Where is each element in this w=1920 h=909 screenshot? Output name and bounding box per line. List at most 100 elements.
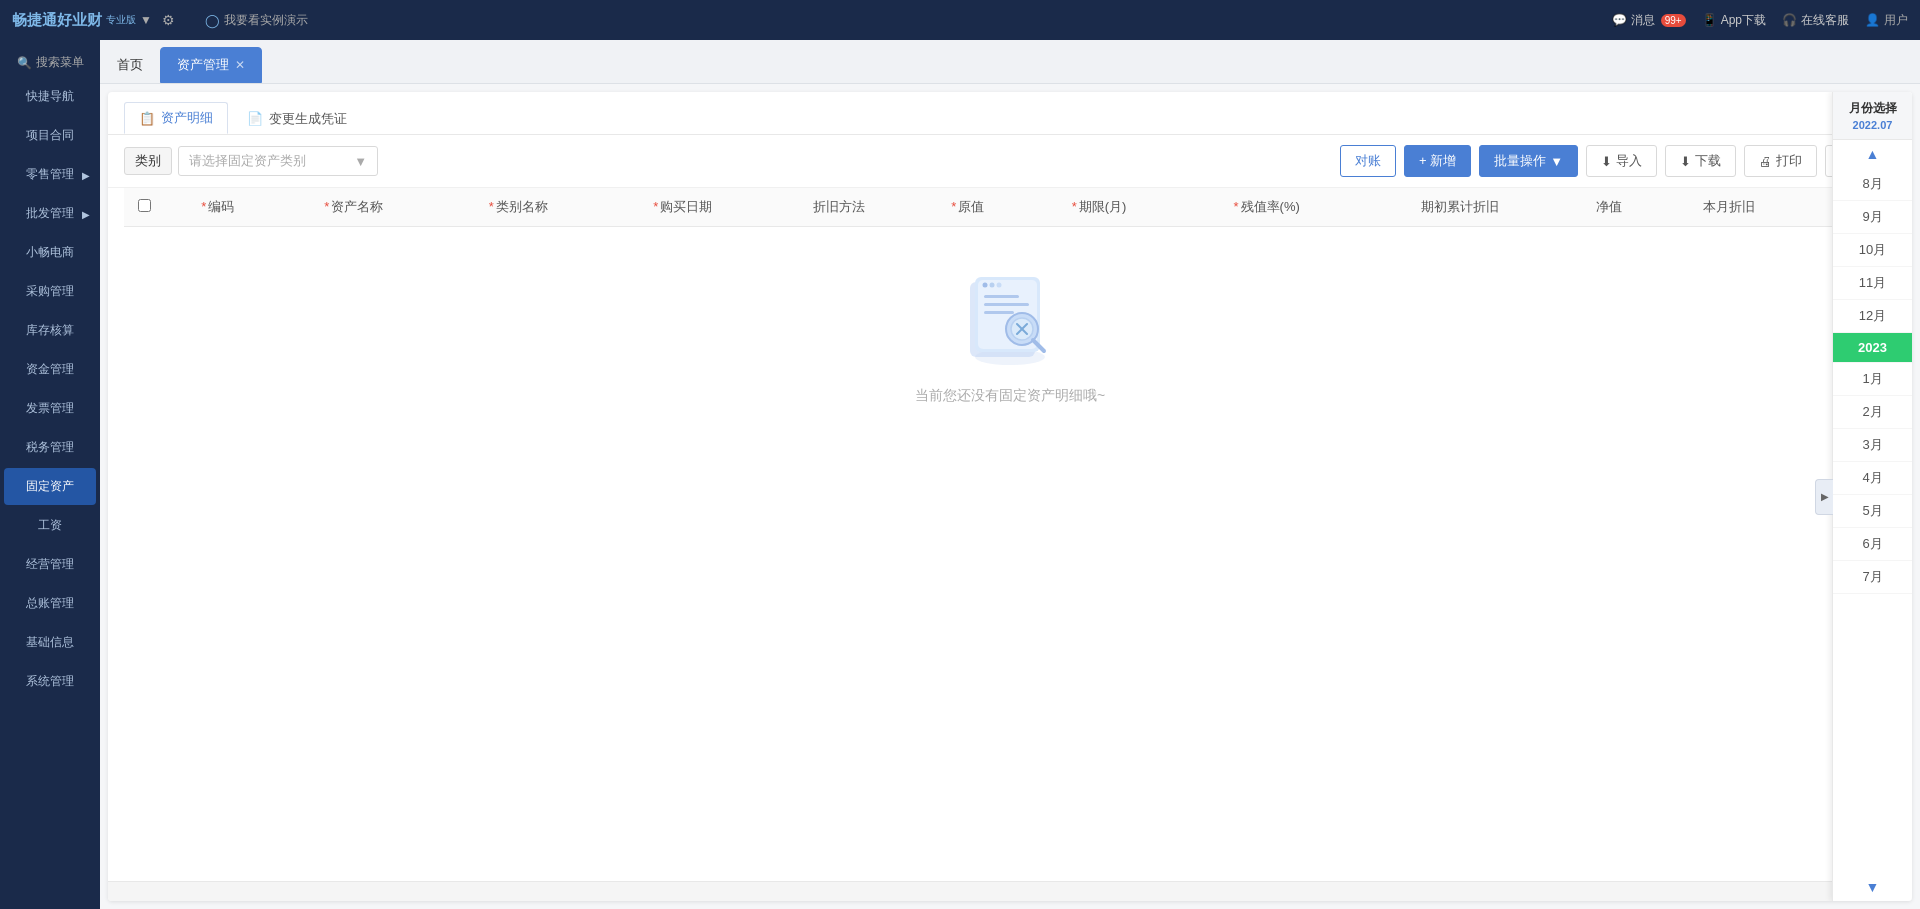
month-panel-title: 月份选择 2022.07 [1833,92,1912,140]
batch-button[interactable]: 批量操作 ▼ [1479,145,1578,177]
sidebar-item-quicknav[interactable]: 快捷导航 [4,78,96,115]
sidebar-item-inventory[interactable]: 库存核算 [4,312,96,349]
month-panel: ▶ 月份选择 2022.07 ▲ 8月9月10月11月12月20231月2月3月… [1832,92,1912,901]
tab-home[interactable]: 首页 [100,47,160,83]
month-down-button[interactable]: ▼ [1863,877,1883,897]
message-icon: 💬 [1612,13,1627,27]
month-item[interactable]: 9月 [1833,201,1912,234]
month-item[interactable]: 6月 [1833,528,1912,561]
col-net-value: 净值 [1563,188,1655,227]
message-badge: 99+ [1661,14,1686,27]
empty-illustration [950,267,1070,367]
svg-point-14 [997,283,1002,288]
user-profile[interactable]: 👤 用户 [1865,12,1908,29]
col-method: 折旧方法 [765,188,914,227]
subtab-change-voucher[interactable]: 📄 变更生成凭证 [232,103,362,134]
svg-point-13 [990,283,995,288]
doc-icon: 📄 [247,111,263,126]
sidebar-item-system[interactable]: 系统管理 [4,663,96,700]
col-category: *类别名称 [436,188,600,227]
subtab-asset-detail[interactable]: 📋 资产明细 [124,102,228,134]
month-item[interactable]: 11月 [1833,267,1912,300]
category-select[interactable]: 请选择固定资产类别 ▼ [178,146,378,176]
settings-icon[interactable]: ⚙ [162,12,175,28]
month-item[interactable]: 2023 [1833,333,1912,363]
select-arrow-icon: ▼ [354,154,367,169]
company-subtitle: 专业版 [106,13,136,27]
col-name: *资产名称 [272,188,436,227]
month-item[interactable]: 7月 [1833,561,1912,594]
page-content: 📋 资产明细 📄 变更生成凭证 类别 请选择固定资产类别 ▼ [108,92,1912,901]
col-monthly-dep: 本月折旧 [1655,188,1804,227]
svg-rect-4 [984,295,1019,298]
assets-table: *编码 *资产名称 *类别名称 *购买日期 折旧方法 *原值 *期限(月) *残… [124,188,1896,227]
download-button[interactable]: ⬇ 下载 [1665,145,1736,177]
chevron-right-icon: ▶ [82,208,90,219]
tab-close-icon[interactable]: ✕ [235,58,245,72]
sidebar-item-fixed-assets[interactable]: 固定资产 [4,468,96,505]
table-container: *编码 *资产名称 *类别名称 *购买日期 折旧方法 *原值 *期限(月) *残… [108,188,1912,881]
col-period: *期限(月) [1022,188,1177,227]
tab-assets[interactable]: 资产管理 ✕ [160,47,262,83]
sidebar-item-operations[interactable]: 经营管理 [4,546,96,583]
chevron-down-icon[interactable]: ▼ [140,13,152,27]
list-icon: 📋 [139,111,155,126]
company-logo-text: 畅捷通好业财 [12,11,102,30]
download-icon: ⬇ [1680,154,1691,169]
sidebar-item-ecommerce[interactable]: 小畅电商 [4,234,96,271]
month-list: 8月9月10月11月12月20231月2月3月4月5月6月7月 [1833,168,1912,873]
search-menu-button[interactable]: 🔍 搜索菜单 [0,48,100,77]
month-item[interactable]: 12月 [1833,300,1912,333]
add-button[interactable]: + 新增 [1404,145,1471,177]
sidebar: 🔍 搜索菜单 快捷导航 项目合同 零售管理 ▶ 批发管理 ▶ 小畅电商 采购管理… [0,40,100,909]
import-icon: ⬇ [1601,154,1612,169]
headset-icon: 🎧 [1782,13,1797,27]
sidebar-item-salary[interactable]: 工资 [4,507,96,544]
empty-state: 当前您还没有固定资产明细哦~ [124,227,1896,445]
sidebar-item-finance[interactable]: 资金管理 [4,351,96,388]
svg-rect-5 [984,303,1029,306]
sub-tabs: 📋 资产明细 📄 变更生成凭证 [108,92,1912,135]
bottom-scrollbar[interactable] [108,881,1912,901]
month-item[interactable]: 2月 [1833,396,1912,429]
sidebar-item-project[interactable]: 项目合同 [4,117,96,154]
sidebar-item-purchase[interactable]: 采购管理 [4,273,96,310]
content-area: 首页 资产管理 ✕ 📋 资产明细 📄 变更生成凭证 [100,40,1920,909]
select-all-checkbox[interactable] [138,199,151,212]
app-icon: 📱 [1702,13,1717,27]
sidebar-item-wholesale[interactable]: 批发管理 ▶ [4,195,96,232]
month-item[interactable]: 3月 [1833,429,1912,462]
messages-button[interactable]: 💬 消息 99+ [1612,12,1686,29]
top-bar: 畅捷通好业财 专业版 ▼ ⚙ ◯ 我要看实例演示 💬 消息 99+ 📱 App下… [0,0,1920,40]
sidebar-item-ledger[interactable]: 总账管理 [4,585,96,622]
month-nav-down: ▼ [1833,873,1912,901]
month-item[interactable]: 5月 [1833,495,1912,528]
col-original-value: *原值 [914,188,1022,227]
sidebar-item-retail[interactable]: 零售管理 ▶ [4,156,96,193]
table-header-row: *编码 *资产名称 *类别名称 *购买日期 折旧方法 *原值 *期限(月) *残… [124,188,1896,227]
sidebar-item-tax[interactable]: 税务管理 [4,429,96,466]
search-icon: 🔍 [17,56,32,70]
month-item[interactable]: 8月 [1833,168,1912,201]
user-icon: 👤 [1865,13,1880,27]
month-up-button[interactable]: ▲ [1863,144,1883,164]
online-service-button[interactable]: 🎧 在线客服 [1782,12,1849,29]
reconcile-button[interactable]: 对账 [1340,145,1396,177]
toolbar-actions: 对账 + 新增 批量操作 ▼ ⬇ 导入 ⬇ 下载 [1340,145,1896,177]
sidebar-item-basic-info[interactable]: 基础信息 [4,624,96,661]
demo-link[interactable]: ◯ 我要看实例演示 [205,12,308,29]
app-download-button[interactable]: 📱 App下载 [1702,12,1766,29]
chevron-right-icon: ▶ [82,169,90,180]
panel-toggle-button[interactable]: ▶ [1815,479,1833,515]
month-item[interactable]: 4月 [1833,462,1912,495]
month-item[interactable]: 1月 [1833,363,1912,396]
print-icon: 🖨 [1759,154,1772,169]
category-label: 类别 [124,147,172,175]
svg-point-12 [983,283,988,288]
month-item[interactable]: 10月 [1833,234,1912,267]
company-info: 畅捷通好业财 专业版 ▼ [12,11,152,30]
print-button[interactable]: 🖨 打印 [1744,145,1817,177]
sidebar-item-invoice[interactable]: 发票管理 [4,390,96,427]
import-button[interactable]: ⬇ 导入 [1586,145,1657,177]
main-content: 📋 资产明细 📄 变更生成凭证 类别 请选择固定资产类别 ▼ [108,92,1912,901]
